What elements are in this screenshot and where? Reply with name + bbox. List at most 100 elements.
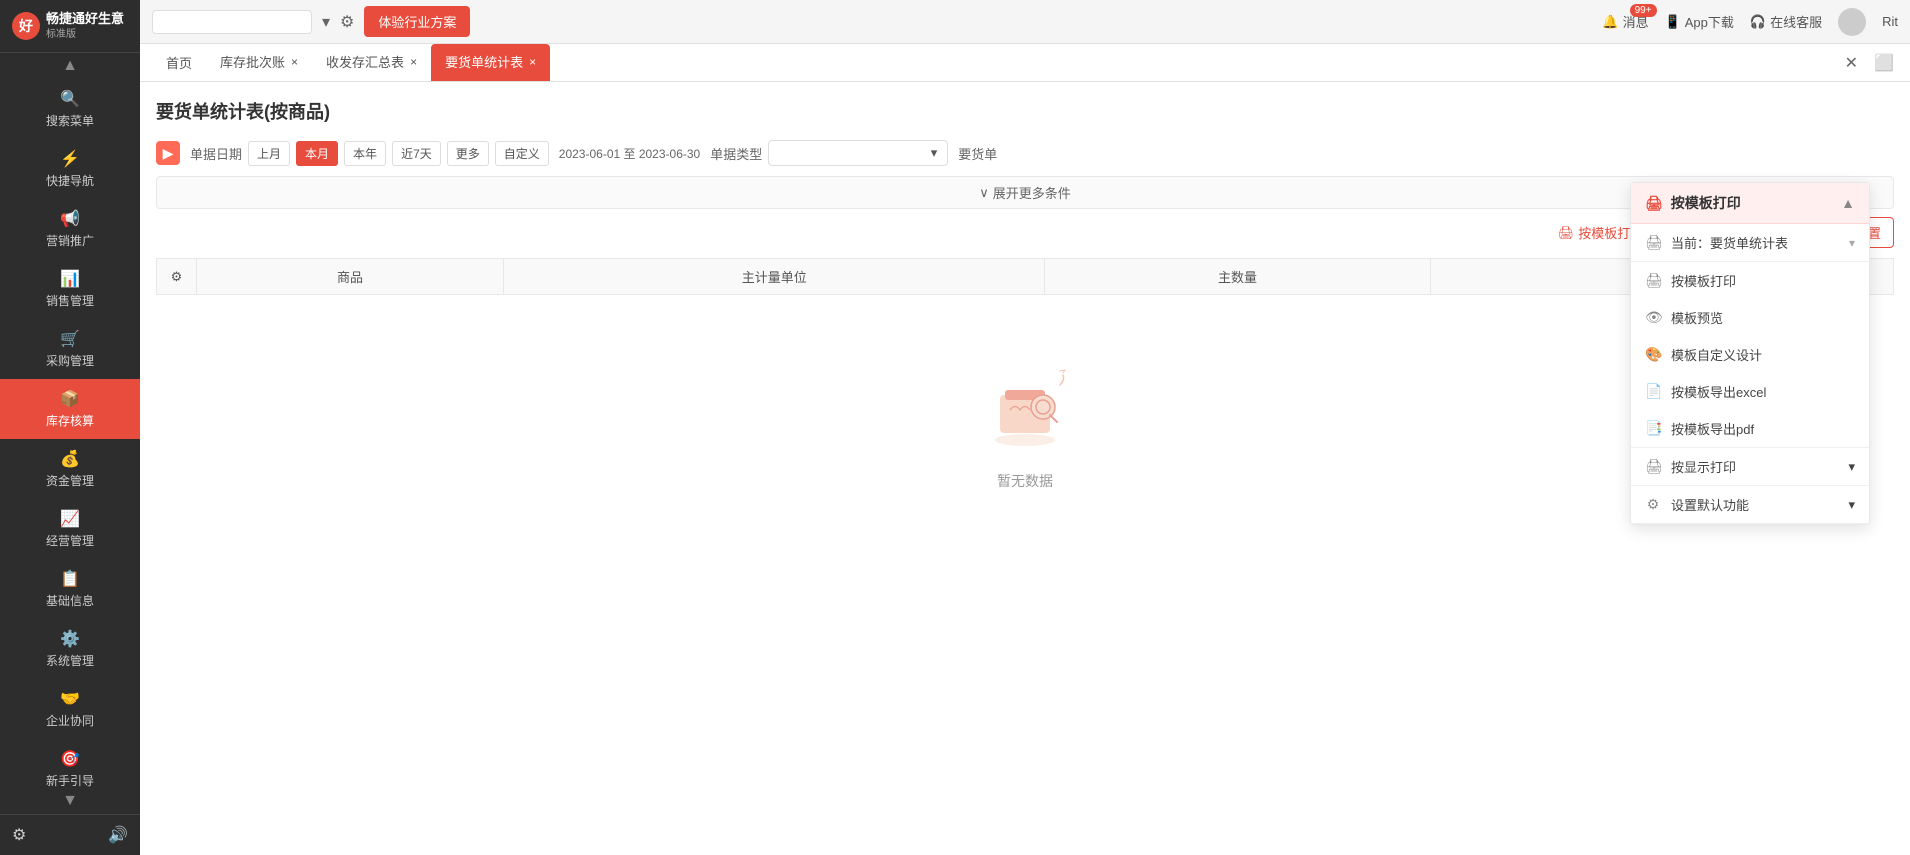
app-badge: 标准版 (46, 28, 124, 42)
empty-illustration (975, 355, 1075, 455)
template-print-label: 按模板打印 (1671, 271, 1736, 290)
finance-icon: 💰 (60, 449, 80, 469)
sidebar-item-search-label: 搜索菜单 (46, 112, 94, 129)
sidebar: 好 畅捷通好生意 标准版 ▲ 🔍 搜索菜单 ⚡ 快捷导航 📢 营销推广 📊 销售… (0, 0, 140, 855)
date-btn-last-month[interactable]: 上月 (248, 141, 290, 166)
app-logo-text: 畅捷通好生意 标准版 (46, 10, 124, 42)
filter-bar: ▶ 单据日期 上月 本月 本年 近7天 更多 自定义 2023-06-01 至 … (156, 140, 1894, 166)
sidebar-item-operations-label: 经营管理 (46, 532, 94, 549)
sidebar-item-inventory-label: 库存核算 (46, 412, 94, 429)
guide-icon: 🎯 (60, 749, 80, 769)
topbar-search-input[interactable] (152, 10, 312, 34)
sidebar-item-marketing-label: 营销推广 (46, 232, 94, 249)
sidebar-item-operations[interactable]: 📈 经营管理 (0, 499, 140, 559)
table-header-unit: 主计量单位 (503, 259, 1045, 295)
tab-collection-summary[interactable]: 收发存汇总表 × (312, 44, 431, 81)
app-logo-icon: 好 (12, 12, 40, 40)
date-btn-this-year[interactable]: 本年 (344, 141, 386, 166)
print-template-print-item[interactable]: 🖨 按模板打印 (1631, 262, 1869, 299)
app-title: 畅捷通好生意 (46, 10, 124, 28)
display-print-section: 🖨 按显示打印 ▾ (1631, 448, 1869, 486)
topbar-gear-icon[interactable]: ⚙ (340, 12, 354, 32)
marketing-icon: 📢 (60, 209, 80, 229)
template-print-icon: 🖨 (1645, 272, 1661, 289)
date-btn-more[interactable]: 更多 (447, 141, 489, 166)
sidebar-item-system-label: 系统管理 (46, 652, 94, 669)
display-print-item[interactable]: 🖨 按显示打印 ▾ (1631, 448, 1869, 485)
user-avatar[interactable] (1838, 8, 1866, 36)
print-template-preview-item[interactable]: 👁 模板预览 (1631, 299, 1869, 336)
sidebar-item-system[interactable]: ⚙️ 系统管理 (0, 619, 140, 679)
print-template-pdf-item[interactable]: 📑 按模板导出pdf (1631, 410, 1869, 447)
date-btn-custom[interactable]: 自定义 (495, 141, 549, 166)
sidebar-nav: 🔍 搜索菜单 ⚡ 快捷导航 📢 营销推广 📊 销售管理 🛒 采购管理 📦 库存核… (0, 79, 140, 788)
tab-batch-account-close[interactable]: × (291, 55, 298, 69)
table-header-settings[interactable]: ⚙ (157, 259, 197, 295)
sidebar-item-finance[interactable]: 💰 资金管理 (0, 439, 140, 499)
purchase-icon: 🛒 (60, 329, 80, 349)
dropdown-arrow-icon: ▾ (931, 145, 938, 161)
settings-bottom-icon[interactable]: ⚙ (12, 825, 26, 845)
sidebar-scroll-down[interactable]: ▼ (0, 788, 140, 814)
sidebar-item-sales-label: 销售管理 (46, 292, 94, 309)
table-header-quantity: 主数量 (1045, 259, 1430, 295)
sidebar-item-guide[interactable]: 🎯 新手引导 (0, 739, 140, 788)
date-btn-7-days[interactable]: 近7天 (392, 141, 441, 166)
sidebar-item-quick-nav-label: 快捷导航 (46, 172, 94, 189)
sidebar-scroll-up[interactable]: ▲ (0, 53, 140, 79)
bell-icon: 🔔 (1602, 14, 1618, 30)
date-btn-this-month[interactable]: 本月 (296, 141, 338, 166)
sidebar-item-sales[interactable]: 📊 销售管理 (0, 259, 140, 319)
trial-button[interactable]: 体验行业方案 (364, 6, 470, 37)
print-dropdown-title: 按模板打印 (1671, 193, 1841, 213)
online-service-item[interactable]: 🎧 在线客服 (1750, 12, 1822, 31)
set-default-label: 设置默认功能 (1671, 495, 1749, 514)
basics-icon: 📋 (60, 569, 80, 589)
app-download-item[interactable]: 📱 App下载 (1665, 12, 1734, 31)
sidebar-item-marketing[interactable]: 📢 营销推广 (0, 199, 140, 259)
tab-order-stats[interactable]: 要货单统计表 × (431, 44, 550, 81)
sidebar-item-quick-nav[interactable]: ⚡ 快捷导航 (0, 139, 140, 199)
tab-order-stats-close[interactable]: × (529, 55, 536, 69)
tabs-right-controls: ✕ ⬜ (1841, 49, 1898, 77)
tab-batch-account-label: 库存批次账 (220, 52, 285, 71)
search-icon: 🔍 (60, 89, 80, 109)
page-title: 要货单统计表(按商品) (156, 98, 1894, 124)
print-current-item[interactable]: 🖨 当前：要货单统计表 ▾ (1631, 224, 1869, 261)
tab-collection-summary-close[interactable]: × (410, 55, 417, 69)
print-dropdown-title-icon: 🖨 (1645, 195, 1663, 212)
tab-home-label: 首页 (166, 53, 192, 72)
set-default-item[interactable]: ⚙ 设置默认功能 ▾ (1631, 486, 1869, 523)
display-print-arrow: ▾ (1848, 459, 1855, 475)
template-design-label: 模板自定义设计 (1671, 345, 1762, 364)
sidebar-item-purchase[interactable]: 🛒 采购管理 (0, 319, 140, 379)
expand-conditions-icon: ∨ (979, 185, 989, 201)
content-area: 要货单统计表(按商品) ▶ 单据日期 上月 本月 本年 近7天 更多 自定义 2… (140, 82, 1910, 855)
tab-close-btn[interactable]: ✕ (1841, 49, 1862, 77)
sidebar-item-inventory[interactable]: 📦 库存核算 (0, 379, 140, 439)
print-dropdown-overlay: 🖨 按模板打印 ▲ 🖨 当前：要货单统计表 ▾ 🖨 按模板打印 (1630, 182, 1870, 525)
sound-icon[interactable]: 🔊 (108, 825, 128, 845)
tab-batch-account[interactable]: 库存批次账 × (206, 44, 312, 81)
print-dropdown-chevron[interactable]: ▲ (1841, 195, 1855, 211)
filter-expand-button[interactable]: ▶ (156, 141, 180, 165)
order-type-dropdown[interactable]: ▾ (768, 140, 948, 166)
print-template-excel-item[interactable]: 📄 按模板导出excel (1631, 373, 1869, 410)
topbar-dropdown-icon[interactable]: ▾ (322, 12, 330, 32)
table-settings-icon[interactable]: ⚙ (171, 269, 183, 284)
sidebar-item-collab[interactable]: 🤝 企业协同 (0, 679, 140, 739)
sidebar-item-search[interactable]: 🔍 搜索菜单 (0, 79, 140, 139)
tab-expand-btn[interactable]: ⬜ (1870, 49, 1898, 77)
set-default-icon: ⚙ (1645, 496, 1661, 513)
sidebar-item-basics[interactable]: 📋 基础信息 (0, 559, 140, 619)
printer-icon: 🖨 (1558, 225, 1575, 241)
tab-home[interactable]: 首页 (152, 45, 206, 80)
set-default-arrow: ▾ (1848, 497, 1855, 513)
messages-item[interactable]: 🔔 消息 99+ (1602, 12, 1648, 31)
date-label: 单据日期 (190, 144, 242, 163)
empty-text: 暂无数据 (997, 471, 1053, 491)
topbar-right: 🔔 消息 99+ 📱 App下载 🎧 在线客服 Rit (1602, 8, 1898, 36)
print-template-design-item[interactable]: 🎨 模板自定义设计 (1631, 336, 1869, 373)
app-download-label: App下载 (1685, 12, 1734, 31)
order-type-filter: 单据类型 ▾ (710, 140, 948, 166)
